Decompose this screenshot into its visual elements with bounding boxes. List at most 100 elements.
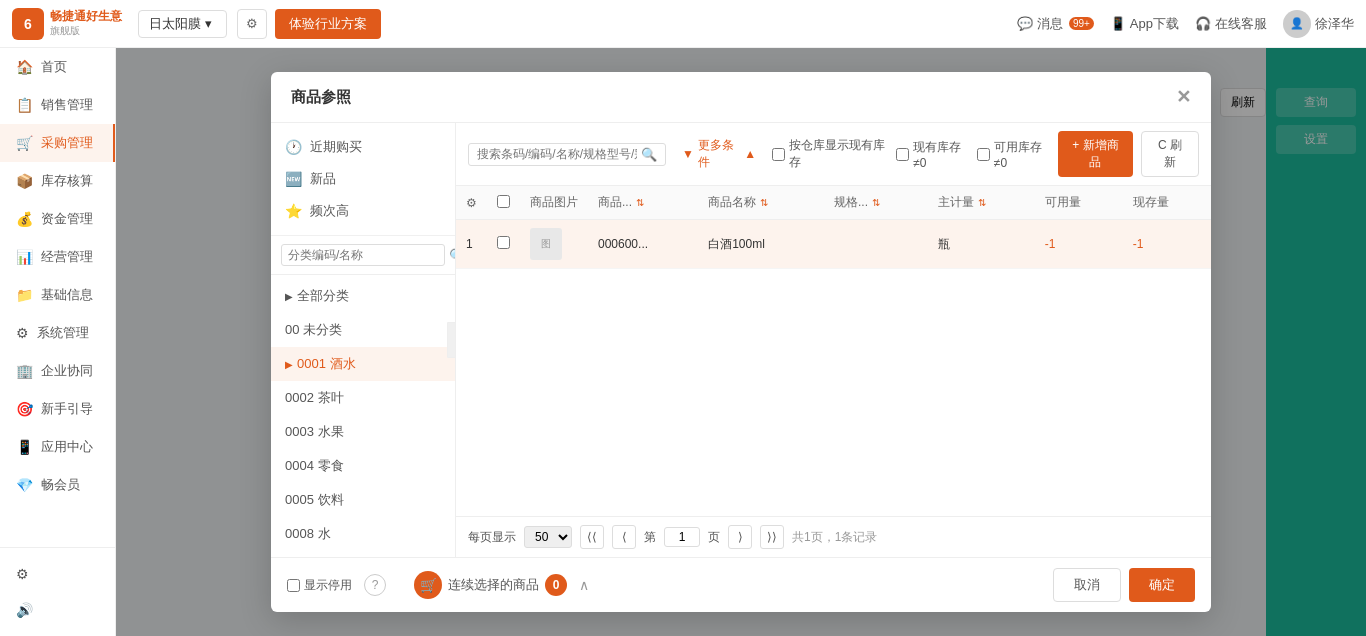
per-page-label: 每页显示: [468, 529, 516, 546]
show-disabled-label[interactable]: 显示停用: [287, 577, 352, 594]
classify-item-all[interactable]: ▶全部分类: [271, 279, 455, 313]
sort-unit[interactable]: 主计量 ⇅: [938, 194, 1025, 211]
page-number-input[interactable]: [664, 527, 700, 547]
help-icon[interactable]: ?: [364, 574, 386, 596]
modal-toolbar: 🔍 ▼ 更多条件 ▲ 按仓库显示现有库存: [456, 123, 1211, 186]
sidebar-item-appcenter[interactable]: 📱应用中心: [0, 428, 115, 466]
sidebar-item-settings[interactable]: ⚙: [0, 556, 115, 592]
classify-item-c0004[interactable]: 0004 零食: [271, 449, 455, 483]
avatar: 👤: [1283, 10, 1311, 38]
sort-spec[interactable]: 规格... ⇅: [834, 194, 918, 211]
select-all-checkbox[interactable]: [497, 195, 510, 208]
add-product-button[interactable]: + 新增商品: [1058, 131, 1134, 177]
search-icon[interactable]: 🔍: [641, 147, 657, 162]
sidebar-item-volume[interactable]: 🔊: [0, 592, 115, 628]
sidebar-item-basic[interactable]: 📁基础信息: [0, 276, 115, 314]
sidebar-item-enterprise[interactable]: 🏢企业协同: [0, 352, 115, 390]
sidebar-item-vip[interactable]: 💎畅会员: [0, 466, 115, 504]
product-search-input[interactable]: [477, 147, 637, 161]
classify-item-c00[interactable]: 00 未分类: [271, 313, 455, 347]
th-gear-icon[interactable]: ⚙: [466, 196, 477, 210]
settings-icon: ⚙: [16, 566, 29, 582]
check-current-stock-label[interactable]: 现有库存≠0: [896, 139, 969, 170]
message-item[interactable]: 💬 消息 99+: [1017, 15, 1094, 33]
first-page-button[interactable]: ⟨⟨: [580, 525, 604, 549]
next-page-button[interactable]: ⟩: [728, 525, 752, 549]
sidebar-label-biz: 经营管理: [41, 248, 93, 266]
online-service-item[interactable]: 🎧 在线客服: [1195, 15, 1267, 33]
prev-page-button[interactable]: ⟨: [612, 525, 636, 549]
sidebar-item-purchase[interactable]: 🛒 采购管理: [0, 124, 115, 162]
filter-collapse-icon: ▲: [744, 147, 756, 161]
recent-item-frequent[interactable]: ⭐频次高: [271, 195, 455, 227]
classify-item-c0003[interactable]: 0003 水果: [271, 415, 455, 449]
recent-item-recent[interactable]: 🕐近期购买: [271, 131, 455, 163]
classify-search-input[interactable]: [281, 244, 445, 266]
trial-button[interactable]: 体验行业方案: [275, 9, 381, 39]
last-page-button[interactable]: ⟩⟩: [760, 525, 784, 549]
classify-label-c0005: 0005 饮料: [285, 491, 344, 509]
logo-sub: 旗舰版: [50, 24, 122, 38]
main-layout: 🏠首页📋销售管理 🛒 采购管理 📦库存核算💰资金管理📊经营管理📁基础信息⚙系统管理🏢企…: [0, 48, 1366, 636]
show-disabled-checkbox[interactable]: [287, 579, 300, 592]
sidebar-item-finance[interactable]: 💰资金管理: [0, 200, 115, 238]
page-label-2: 页: [708, 529, 720, 546]
collapse-panel-button[interactable]: 《: [447, 322, 456, 358]
search-box: 🔍: [468, 143, 666, 166]
classify-item-c0008[interactable]: 0008 水: [271, 517, 455, 551]
nav-selector[interactable]: 日太阳膜 ▾: [138, 10, 227, 38]
classify-item-c0010[interactable]: 0010 家电: [271, 551, 455, 557]
th-unit: 主计量 ⇅: [928, 186, 1035, 220]
logo-area: 6 畅捷通好生意 旗舰版: [12, 8, 122, 40]
check-available-input[interactable]: [977, 148, 990, 161]
classify-item-c0005[interactable]: 0005 饮料: [271, 483, 455, 517]
sidebar-item-sales[interactable]: 📋销售管理: [0, 86, 115, 124]
sidebar-item-biz[interactable]: 📊经营管理: [0, 238, 115, 276]
sidebar-icon-purchase: 🛒: [16, 135, 33, 151]
app-download-label: App下载: [1130, 15, 1179, 33]
sidebar-label-enterprise: 企业协同: [41, 362, 93, 380]
sidebar-item-system[interactable]: ⚙系统管理: [0, 314, 115, 352]
cell-available-0: -1: [1035, 220, 1123, 269]
check-current-stock-input[interactable]: [896, 148, 909, 161]
confirm-button[interactable]: 确定: [1129, 568, 1195, 602]
cart-icon[interactable]: 🛒: [414, 571, 442, 599]
help-question-mark: ?: [372, 578, 379, 592]
message-icon: 💬: [1017, 16, 1033, 31]
sidebar-item-home[interactable]: 🏠首页: [0, 48, 115, 86]
recent-label-new: 新品: [310, 170, 336, 188]
sidebar-label-finance: 资金管理: [41, 210, 93, 228]
recent-section: 🕐近期购买🆕新品⭐频次高: [271, 123, 455, 236]
message-badge: 99+: [1069, 17, 1094, 30]
app-download-item[interactable]: 📱 App下载: [1110, 15, 1179, 33]
per-page-select[interactable]: 50: [524, 526, 572, 548]
table-row[interactable]: 1 图 000600... 白酒100ml 瓶 -1 -1: [456, 220, 1211, 269]
check-warehouse-label[interactable]: 按仓库显示现有库存: [772, 137, 888, 171]
phone-icon: 📱: [1110, 16, 1126, 31]
check-available-label[interactable]: 可用库存≠0: [977, 139, 1050, 170]
classify-items-container: ▶全部分类00 未分类▶0001 酒水0002 茶叶0003 水果0004 零食…: [271, 279, 455, 557]
cell-spec-0: [824, 220, 928, 269]
row-checkbox-0[interactable]: [497, 236, 510, 249]
sidebar-label-basic: 基础信息: [41, 286, 93, 304]
sort-code[interactable]: 商品... ⇅: [598, 194, 688, 211]
user-item[interactable]: 👤 徐泽华: [1283, 10, 1354, 38]
sidebar-item-guide[interactable]: 🎯新手引导: [0, 390, 115, 428]
filter-button[interactable]: ▼ 更多条件 ▲: [674, 133, 764, 175]
sort-name[interactable]: 商品名称 ⇅: [708, 194, 814, 211]
refresh-button[interactable]: C 刷新: [1141, 131, 1199, 177]
check-warehouse-input[interactable]: [772, 148, 785, 161]
classify-item-c0002[interactable]: 0002 茶叶: [271, 381, 455, 415]
filter-label: 更多条件: [698, 137, 740, 171]
sidebar-label-purchase: 采购管理: [41, 134, 93, 152]
classify-label-c0008: 0008 水: [285, 525, 331, 543]
cancel-button[interactable]: 取消: [1053, 568, 1121, 602]
sidebar-item-inventory[interactable]: 📦库存核算: [0, 162, 115, 200]
collapse-up-button[interactable]: ∧: [579, 577, 589, 593]
recent-item-new[interactable]: 🆕新品: [271, 163, 455, 195]
modal-close-button[interactable]: ✕: [1176, 86, 1191, 108]
classify-search-icon[interactable]: 🔍: [449, 248, 456, 263]
headset-icon: 🎧: [1195, 16, 1211, 31]
gear-button[interactable]: ⚙: [237, 9, 267, 39]
classify-item-c0001[interactable]: ▶0001 酒水: [271, 347, 455, 381]
